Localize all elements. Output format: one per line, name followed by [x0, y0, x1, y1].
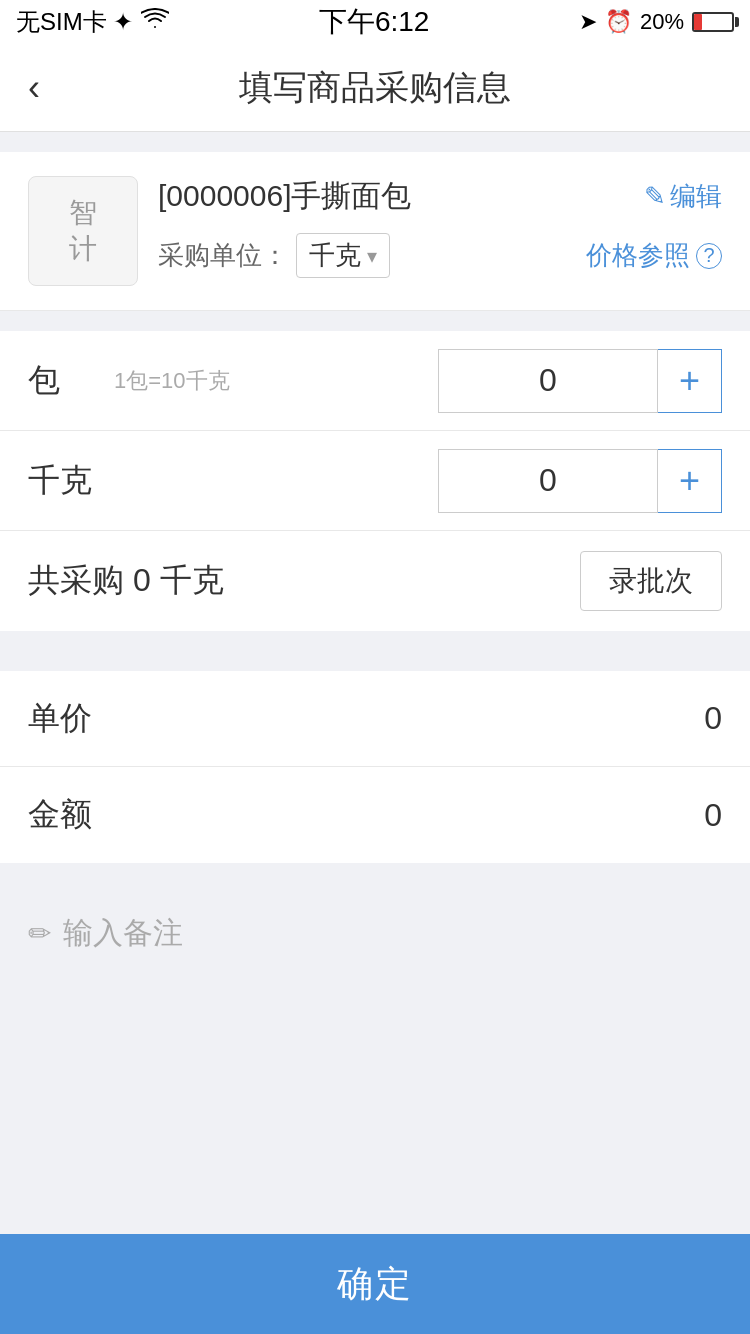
unit-select[interactable]: 千克 ▾ [296, 233, 390, 278]
section-divider-1 [0, 311, 750, 331]
package-sublabel: 1包=10千克 [114, 366, 230, 396]
summary-text: 共采购 0 千克 [28, 559, 224, 603]
remark-placeholder: 输入备注 [63, 913, 183, 954]
package-plus-button[interactable]: + [658, 349, 722, 413]
unit-row: 采购单位： 千克 ▾ 价格参照 ? [158, 233, 722, 278]
alarm-icon: ⏰ [605, 9, 632, 35]
package-number-input[interactable] [438, 349, 658, 413]
location-icon: ➤ [579, 9, 597, 35]
wifi-icon [141, 8, 169, 36]
summary-row: 共采购 0 千克 录批次 [0, 531, 750, 631]
product-logo-text: 智 计 [69, 195, 97, 268]
input-section: 包 1包=10千克 + 千克 + [0, 331, 750, 531]
unit-label: 采购单位： [158, 238, 288, 273]
nav-bar: ‹ 填写商品采购信息 [0, 44, 750, 132]
product-name: [0000006]手撕面包 [158, 176, 411, 217]
unit-price-value: 0 [704, 700, 722, 737]
product-card: 智 计 [0000006]手撕面包 ✎ 编辑 采购单位： 千克 ▾ 价格参照 ? [0, 152, 750, 311]
kg-number-input[interactable] [438, 449, 658, 513]
batch-button[interactable]: 录批次 [580, 551, 722, 611]
product-info: [0000006]手撕面包 ✎ 编辑 采购单位： 千克 ▾ 价格参照 ? [158, 176, 722, 278]
question-icon: ? [696, 243, 722, 269]
unit-price-label: 单价 [28, 697, 92, 741]
battery-percent: 20% [640, 9, 684, 35]
product-logo: 智 计 [28, 176, 138, 286]
dropdown-arrow-icon: ▾ [367, 244, 377, 268]
edit-link[interactable]: ✎ 编辑 [644, 179, 722, 214]
edit-icon: ✎ [644, 181, 666, 212]
kg-plus-button[interactable]: + [658, 449, 722, 513]
unit-price-row: 单价 0 [0, 671, 750, 767]
price-ref-label: 价格参照 [586, 238, 690, 273]
package-input-row: 包 1包=10千克 + [0, 331, 750, 431]
pencil-icon: ✏ [28, 917, 51, 950]
confirm-button[interactable]: 确定 [0, 1234, 750, 1334]
price-section: 单价 0 金额 0 [0, 671, 750, 863]
amount-row: 金额 0 [0, 767, 750, 863]
unit-value: 千克 [309, 238, 361, 273]
amount-label: 金额 [28, 793, 92, 837]
battery-icon [692, 12, 734, 32]
kg-input-row: 千克 + [0, 431, 750, 531]
section-divider-2 [0, 631, 750, 651]
kg-input-right: + [438, 449, 722, 513]
package-input-right: + [438, 349, 722, 413]
summary-section: 共采购 0 千克 录批次 [0, 531, 750, 631]
edit-label: 编辑 [670, 179, 722, 214]
price-ref-link[interactable]: 价格参照 ? [586, 238, 722, 273]
kg-label: 千克 [28, 459, 108, 503]
status-bar: 无SIM卡 ✦ 下午6:12 ➤ ⏰ 20% [0, 0, 750, 44]
status-time: 下午6:12 [319, 3, 430, 41]
remark-section[interactable]: ✏ 输入备注 [0, 883, 750, 983]
status-right: ➤ ⏰ 20% [579, 9, 734, 35]
page-title: 填写商品采购信息 [239, 65, 511, 111]
amount-value: 0 [704, 797, 722, 834]
back-button[interactable]: ‹ [28, 67, 40, 109]
status-left: 无SIM卡 ✦ [16, 6, 169, 38]
package-label: 包 [28, 359, 108, 403]
sim-text: 无SIM卡 ✦ [16, 6, 133, 38]
product-name-row: [0000006]手撕面包 ✎ 编辑 [158, 176, 722, 217]
